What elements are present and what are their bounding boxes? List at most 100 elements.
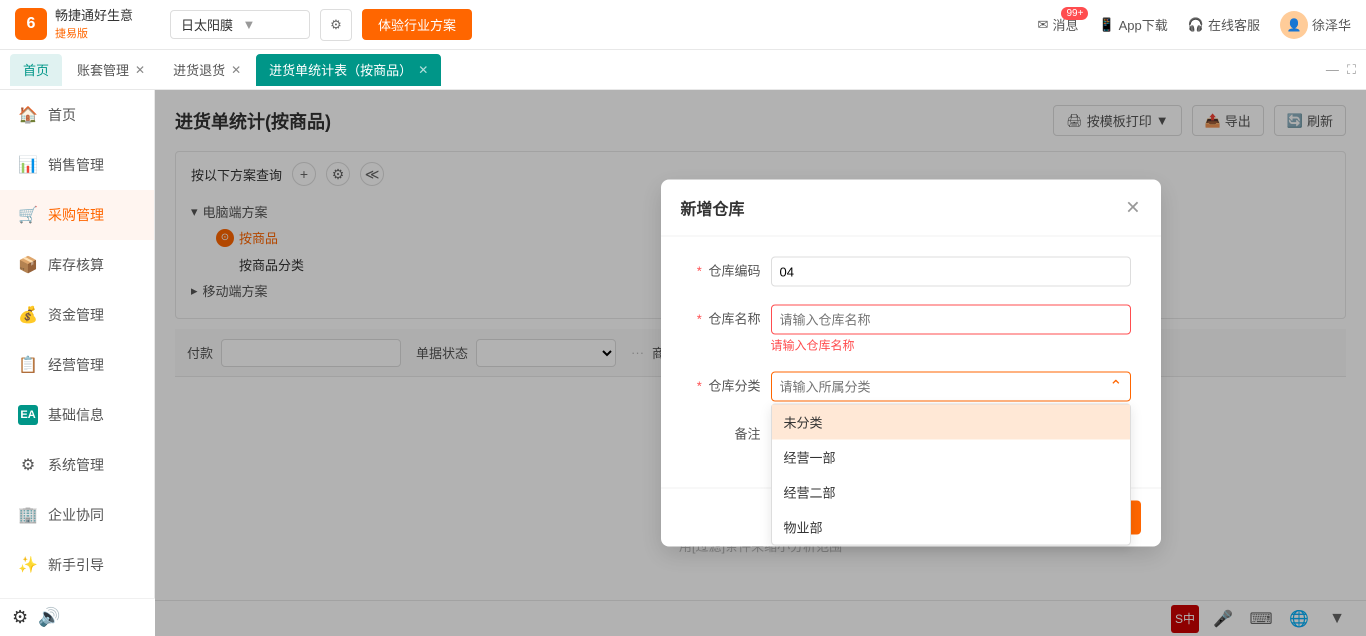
- operation-icon: 📋: [18, 355, 38, 375]
- warehouse-name-label: * 仓库名称: [691, 305, 771, 335]
- warehouse-code-label: * 仓库编码: [691, 257, 771, 287]
- accounts-tab-label: 账套管理: [77, 60, 129, 79]
- warehouse-category-label: * 仓库分类: [691, 372, 771, 402]
- purchase-stats-tab-close[interactable]: ✕: [418, 63, 428, 77]
- warehouse-category-input[interactable]: [771, 372, 1131, 402]
- sidebar-guide-label: 新手引导: [48, 555, 104, 575]
- warehouse-category-input-wrap: ⌃ 未分类 经营一部 经营二部 物业部: [771, 372, 1131, 402]
- tab-accounts[interactable]: 账套管理 ✕: [64, 54, 158, 86]
- sidebar-basic-label: 基础信息: [48, 405, 104, 425]
- warehouse-name-row: * 仓库名称 请输入仓库名称: [691, 305, 1131, 354]
- online-service-label: 在线客服: [1208, 15, 1260, 34]
- store-dropdown-arrow: ▼: [243, 17, 300, 32]
- category-option-property[interactable]: 物业部: [772, 510, 1130, 545]
- warehouse-name-error: 请输入仓库名称: [771, 337, 1131, 354]
- trial-industry-button[interactable]: 体验行业方案: [362, 9, 472, 40]
- store-name: 日太阳膜: [181, 15, 238, 34]
- warehouse-code-input[interactable]: [771, 257, 1131, 287]
- sidebar-home-label: 首页: [48, 105, 76, 125]
- store-selector[interactable]: 日太阳膜 ▼: [170, 10, 310, 39]
- category-option-dept1[interactable]: 经营一部: [772, 440, 1130, 475]
- sales-icon: 📊: [18, 155, 38, 175]
- tab-purchase-return[interactable]: 进货退货 ✕: [160, 54, 254, 86]
- home-tab-label: 首页: [23, 60, 49, 79]
- enterprise-icon: 🏢: [18, 505, 38, 525]
- warehouse-name-input[interactable]: [771, 305, 1131, 335]
- user-avatar: 👤: [1280, 11, 1308, 39]
- app-logo-icon: 6: [15, 8, 47, 40]
- app-edition: 捷易版: [55, 25, 133, 41]
- warehouse-remark-label: 备注: [691, 420, 771, 450]
- sidebar-item-system[interactable]: ⚙ 系统管理: [0, 440, 154, 490]
- header-middle: 日太阳膜 ▼ ⚙ 体验行业方案: [170, 9, 1038, 41]
- sidebar-operation-label: 经营管理: [48, 355, 104, 375]
- app-download-label: App下载: [1119, 15, 1168, 34]
- sidebar-item-finance[interactable]: 💰 资金管理: [0, 290, 154, 340]
- sidebar-item-guide[interactable]: ✨ 新手引导: [0, 540, 154, 590]
- sidebar-item-home[interactable]: 🏠 首页: [0, 90, 154, 140]
- warehouse-name-label-text: 仓库名称: [708, 312, 760, 327]
- settings-gear-button[interactable]: ⚙: [320, 9, 352, 41]
- sidebar-inventory-label: 库存核算: [48, 255, 104, 275]
- app-icon: 📱: [1098, 17, 1114, 33]
- tab-minimize-icon[interactable]: —: [1326, 62, 1339, 77]
- sidebar-item-operation[interactable]: 📋 经营管理: [0, 340, 154, 390]
- tab-home[interactable]: 首页: [10, 54, 62, 86]
- system-icon: ⚙: [18, 455, 38, 475]
- required-star-category: *: [697, 379, 702, 394]
- category-dropdown-icon[interactable]: ⌃: [1109, 377, 1122, 397]
- online-service-button[interactable]: 🎧 在线客服: [1188, 15, 1260, 34]
- sidebar-item-basic[interactable]: EA 基础信息: [0, 390, 154, 440]
- sidebar-item-purchase[interactable]: 🛒 采购管理: [0, 190, 154, 240]
- sidebar-sales-label: 销售管理: [48, 155, 104, 175]
- main-layout: 🏠 首页 📊 销售管理 🛒 采购管理 📦 库存核算 💰 资金管理 📋 经营管理 …: [0, 90, 1366, 636]
- category-option-none[interactable]: 未分类: [772, 405, 1130, 440]
- sidebar-item-inventory[interactable]: 📦 库存核算: [0, 240, 154, 290]
- category-dropdown-list: 未分类 经营一部 经营二部 物业部: [771, 404, 1131, 546]
- warehouse-code-field: * 仓库编码: [691, 257, 1131, 287]
- sidebar-item-sales[interactable]: 📊 销售管理: [0, 140, 154, 190]
- header-right: ✉ 消息 99+ 📱 App下载 🎧 在线客服 👤 徐泽华: [1038, 11, 1351, 39]
- purchase-stats-tab-label: 进货单统计表（按商品）: [269, 60, 412, 79]
- sidebar-enterprise-label: 企业协同: [48, 505, 104, 525]
- settings-bottom-icon[interactable]: ⚙: [12, 607, 28, 628]
- tab-bar: 首页 账套管理 ✕ 进货退货 ✕ 进货单统计表（按商品） ✕ — ⛶: [0, 50, 1366, 90]
- message-button[interactable]: ✉ 消息 99+: [1038, 15, 1079, 34]
- required-star-name: *: [697, 312, 702, 327]
- inventory-icon: 📦: [18, 255, 38, 275]
- warehouse-code-label-text: 仓库编码: [708, 264, 760, 279]
- tab-purchase-stats[interactable]: 进货单统计表（按商品） ✕: [256, 54, 441, 86]
- sidebar-finance-label: 资金管理: [48, 305, 104, 325]
- logo-area: 6 畅捷通好生意 捷易版: [15, 8, 170, 41]
- new-warehouse-modal: 新增仓库 ✕ * 仓库编码: [661, 180, 1161, 547]
- headset-icon: 🎧: [1188, 17, 1204, 33]
- warehouse-category-field: * 仓库分类 ⌃ 未分类 经营一部 经营二部 物业部: [691, 372, 1131, 402]
- notification-badge: 99+: [1061, 7, 1088, 20]
- accounts-tab-close[interactable]: ✕: [135, 63, 145, 77]
- warehouse-category-row: * 仓库分类 ⌃ 未分类 经营一部 经营二部 物业部: [691, 372, 1131, 402]
- volume-icon[interactable]: 🔊: [38, 607, 60, 628]
- basic-info-icon: EA: [18, 405, 38, 425]
- purchase-icon: 🛒: [18, 205, 38, 225]
- sidebar-item-enterprise[interactable]: 🏢 企业协同: [0, 490, 154, 540]
- warehouse-name-field: * 仓库名称 请输入仓库名称: [691, 305, 1131, 354]
- required-star-code: *: [697, 264, 702, 279]
- modal-close-button[interactable]: ✕: [1125, 197, 1140, 218]
- guide-icon: ✨: [18, 555, 38, 575]
- modal-body: * 仓库编码 * 仓库名称: [661, 237, 1161, 488]
- sidebar-purchase-label: 采购管理: [48, 205, 104, 225]
- category-option-dept2[interactable]: 经营二部: [772, 475, 1130, 510]
- purchase-return-tab-label: 进货退货: [173, 60, 225, 79]
- message-icon: ✉: [1038, 17, 1049, 33]
- sidebar-bottom: ⚙ 🔊: [0, 598, 155, 636]
- tab-actions: — ⛶: [1326, 62, 1356, 78]
- user-profile-button[interactable]: 👤 徐泽华: [1280, 11, 1351, 39]
- home-icon: 🏠: [18, 105, 38, 125]
- username-label: 徐泽华: [1312, 15, 1351, 34]
- purchase-return-tab-close[interactable]: ✕: [231, 63, 241, 77]
- warehouse-category-label-text: 仓库分类: [708, 379, 760, 394]
- app-download-button[interactable]: 📱 App下载: [1098, 15, 1167, 34]
- content-area: 进货单统计(按商品) 🖨 按模板打印 ▼ 📤 导出 🔄 刷新: [155, 90, 1366, 636]
- tab-expand-icon[interactable]: ⛶: [1347, 62, 1356, 78]
- warehouse-code-row: * 仓库编码: [691, 257, 1131, 287]
